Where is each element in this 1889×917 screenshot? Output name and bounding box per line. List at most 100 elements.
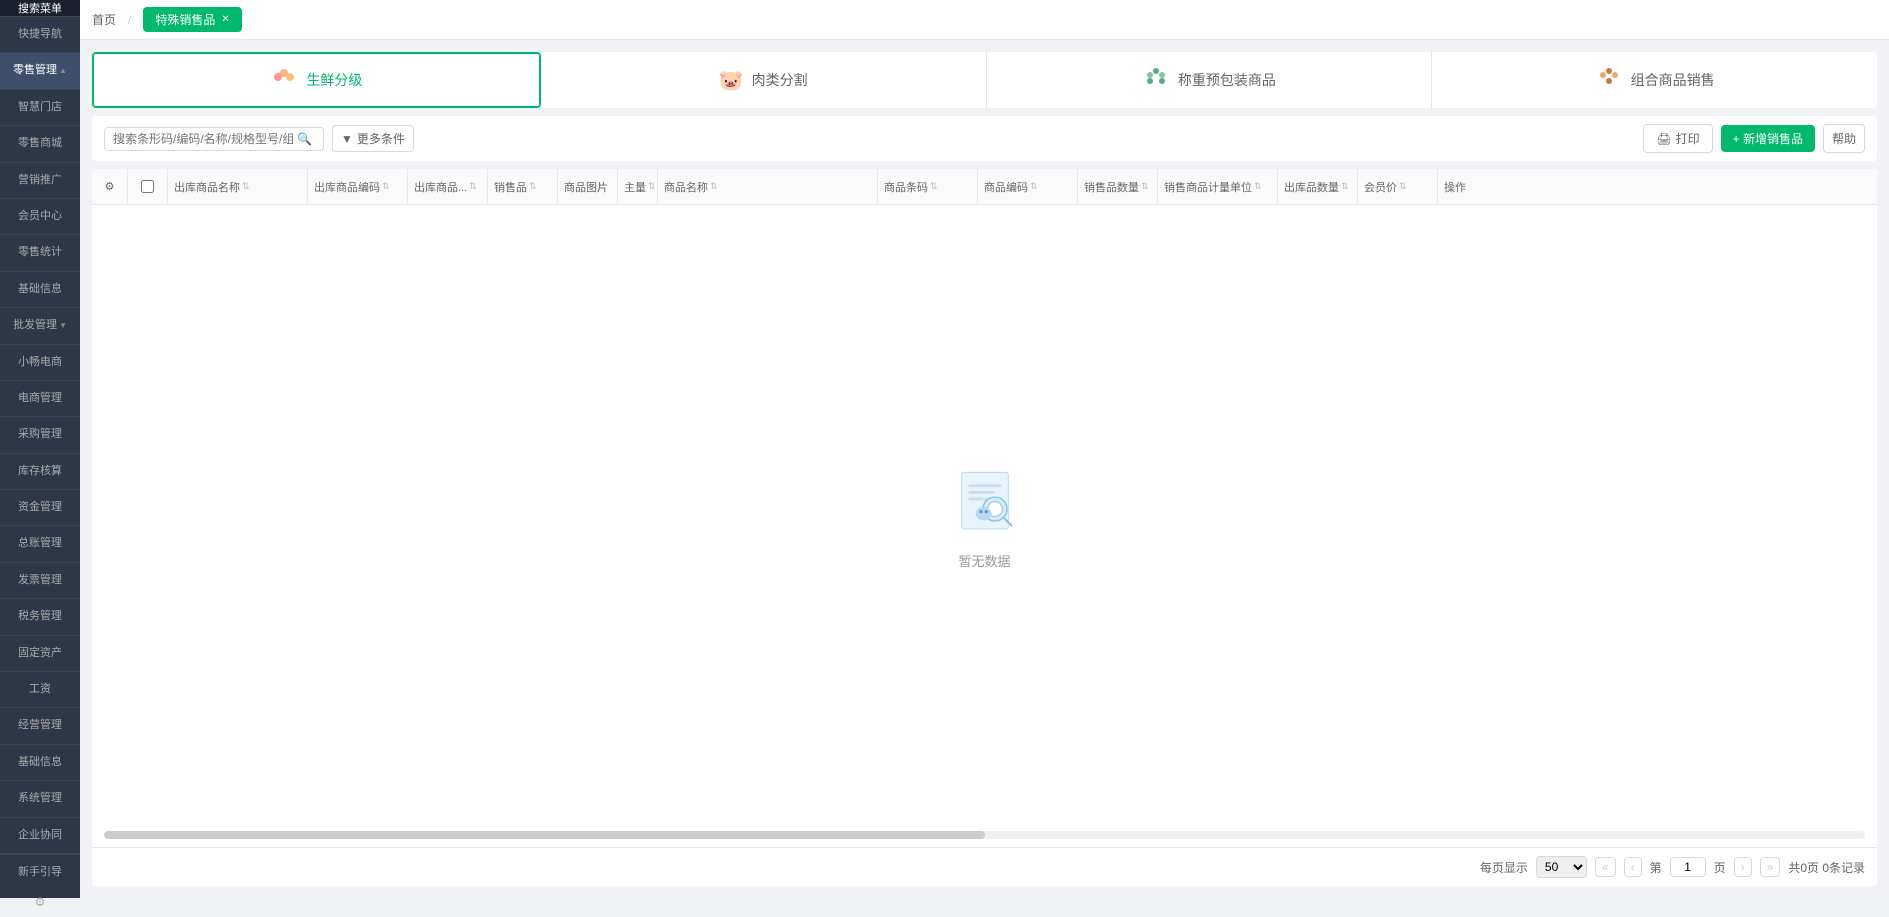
th-actions-label: 操作 <box>1444 179 1466 195</box>
th-outbound-code-sort[interactable]: ⇅ <box>382 182 390 191</box>
th-member-price-sort[interactable]: ⇅ <box>1399 182 1407 191</box>
cat-tab-combo-sales-label: 组合商品销售 <box>1631 70 1715 90</box>
scrollbar-thumb[interactable] <box>104 831 985 839</box>
meat-cut-icon: 🐷 <box>719 68 744 93</box>
scrollbar-track[interactable] <box>104 831 1865 839</box>
th-main-measure-sort[interactable]: ⇅ <box>648 182 656 191</box>
filter-button[interactable]: ▼ 更多条件 <box>332 125 414 152</box>
sidebar-item-retail-stats[interactable]: 零售统计 <box>0 235 80 271</box>
settings-icon: ⚙ <box>105 180 115 193</box>
th-barcode[interactable]: 商品条码 ⇅ <box>878 169 978 204</box>
tab-close-icon[interactable]: ✕ <box>221 14 229 25</box>
sidebar-item-sales-promo[interactable]: 营销推广 <box>0 163 80 199</box>
th-product-code-label: 商品编码 <box>984 179 1028 195</box>
sidebar-item-invoice-mgmt[interactable]: 发票管理 <box>0 563 80 599</box>
sidebar-item-basic-info2[interactable]: 基础信息 <box>0 745 80 781</box>
sidebar-item-basic-info[interactable]: 基础信息 <box>0 272 80 308</box>
sidebar-item-sys-mgmt[interactable]: 系统管理 <box>0 781 80 817</box>
th-member-price-label: 会员价 <box>1364 179 1397 195</box>
sidebar-item-retail-mgmt[interactable]: 零售管理 ▲ <box>0 53 80 89</box>
th-sales-qty[interactable]: 销售品数量 ⇅ <box>1078 169 1158 204</box>
th-settings[interactable]: ⚙ <box>92 169 128 204</box>
content-area: 生鲜分级 🐷 肉类分割 称重预包装商品 <box>80 40 1889 898</box>
new-item-label: + 新增销售品 <box>1733 130 1803 147</box>
table-wrap: ⚙ 出库商品名称 ⇅ 出库商品编码 ⇅ 出库商品... ⇅ <box>92 169 1877 886</box>
th-sales-item-label: 销售品 <box>494 179 527 195</box>
th-outbound-name[interactable]: 出库商品名称 ⇅ <box>168 169 308 204</box>
th-outbound-code-label: 出库商品编码 <box>314 179 380 195</box>
prev-page-button[interactable]: ‹ <box>1624 857 1642 877</box>
sidebar-gear-icon[interactable]: ⚙ <box>0 887 80 917</box>
cat-tab-weight-pack[interactable]: 称重预包装商品 <box>987 52 1433 108</box>
th-sales-unit-label: 销售商品计量单位 <box>1164 179 1252 195</box>
sidebar-item-salary[interactable]: 工资 <box>0 672 80 708</box>
sidebar-item-quick-nav[interactable]: 快捷导航 <box>0 17 80 53</box>
th-sales-unit-sort[interactable]: ⇅ <box>1254 182 1262 191</box>
sidebar-item-mini-ecom[interactable]: 小畅电商 <box>0 345 80 381</box>
th-sales-item[interactable]: 销售品 ⇅ <box>488 169 558 204</box>
print-button[interactable]: 🖨 打印 <box>1643 124 1712 153</box>
th-product-name-sort[interactable]: ⇅ <box>710 182 718 191</box>
th-outbound-qty-sort[interactable]: ⇅ <box>1341 182 1349 191</box>
sidebar-item-ecom-mgmt[interactable]: 电商管理 <box>0 381 80 417</box>
th-sales-item-sort[interactable]: ⇅ <box>529 182 537 191</box>
th-barcode-label: 商品条码 <box>884 179 928 195</box>
th-product-name[interactable]: 商品名称 ⇅ <box>658 169 878 204</box>
page-label: 第 <box>1650 859 1662 876</box>
sidebar-item-tax-mgmt[interactable]: 税务管理 <box>0 599 80 635</box>
sidebar-item-purchase-mgmt[interactable]: 采购管理 <box>0 417 80 453</box>
sidebar-item-smart-store[interactable]: 智慧门店 <box>0 90 80 126</box>
sidebar-item-fixed-assets[interactable]: 固定资产 <box>0 636 80 672</box>
cat-tab-combo-sales[interactable]: 组合商品销售 <box>1432 52 1877 108</box>
sidebar-new-guide[interactable]: 新手引导 <box>0 854 80 887</box>
search-input[interactable] <box>113 132 293 146</box>
sidebar-item-general-ledger[interactable]: 总账管理 <box>0 526 80 562</box>
filter-label: 更多条件 <box>357 130 405 147</box>
search-input-wrap[interactable]: 🔍 <box>104 127 324 151</box>
th-checkbox[interactable] <box>128 169 168 204</box>
sidebar-item-wholesale-mgmt[interactable]: 批发管理 ▼ <box>0 308 80 344</box>
cat-tab-meat-cut[interactable]: 🐷 肉类分割 <box>541 52 987 108</box>
cat-tab-fresh-grade[interactable]: 生鲜分级 <box>92 52 541 108</box>
empty-state-icon <box>945 459 1025 539</box>
horizontal-scroll[interactable] <box>92 823 1877 847</box>
sidebar-item-ops-mgmt[interactable]: 经营管理 <box>0 708 80 744</box>
th-outbound-code[interactable]: 出库商品编码 ⇅ <box>308 169 408 204</box>
th-outbound-spec[interactable]: 出库商品... ⇅ <box>408 169 488 204</box>
first-page-button[interactable]: « <box>1595 857 1616 877</box>
select-all-checkbox[interactable] <box>141 180 154 193</box>
th-sales-qty-sort[interactable]: ⇅ <box>1141 182 1149 191</box>
per-page-label: 每页显示 <box>1480 859 1528 876</box>
th-product-code[interactable]: 商品编码 ⇅ <box>978 169 1078 204</box>
sidebar-item-finance[interactable]: 资金管理 <box>0 490 80 526</box>
sidebar-logo[interactable]: 搜索菜单 <box>0 0 80 17</box>
new-item-button[interactable]: + 新增销售品 <box>1721 125 1815 152</box>
th-product-code-sort[interactable]: ⇅ <box>1030 182 1038 191</box>
th-main-measure[interactable]: 主量 ⇅ <box>618 169 658 204</box>
th-barcode-sort[interactable]: ⇅ <box>930 182 938 191</box>
active-tab[interactable]: 特殊销售品 ✕ <box>143 7 241 32</box>
breadcrumb-home[interactable]: 首页 <box>92 11 116 28</box>
th-main-measure-label: 主量 <box>624 179 646 195</box>
th-sales-unit[interactable]: 销售商品计量单位 ⇅ <box>1158 169 1278 204</box>
active-tab-label: 特殊销售品 <box>155 11 215 28</box>
per-page-select[interactable]: 50 10 20 100 <box>1536 856 1587 878</box>
page-number-input[interactable] <box>1670 857 1706 877</box>
sidebar-item-retail-mall[interactable]: 零售商城 <box>0 126 80 162</box>
th-outbound-qty[interactable]: 出库品数量 ⇅ <box>1278 169 1358 204</box>
th-member-price[interactable]: 会员价 ⇅ <box>1358 169 1438 204</box>
help-button[interactable]: 帮助 <box>1823 124 1865 153</box>
th-outbound-name-sort[interactable]: ⇅ <box>242 182 250 191</box>
sidebar-item-inventory[interactable]: 库存核算 <box>0 454 80 490</box>
search-icon: 🔍 <box>297 132 312 146</box>
total-label: 共0页 0条记录 <box>1788 859 1865 876</box>
th-outbound-spec-sort[interactable]: ⇅ <box>469 182 477 191</box>
last-page-button[interactable]: » <box>1760 857 1781 877</box>
sidebar-item-member-center[interactable]: 会员中心 <box>0 199 80 235</box>
next-page-button[interactable]: › <box>1734 857 1752 877</box>
pagination: 每页显示 50 10 20 100 « ‹ 第 页 › » 共0页 0条记录 <box>92 847 1877 886</box>
print-label: 打印 <box>1676 130 1700 147</box>
filter-icon: ▼ <box>341 132 353 146</box>
sidebar-item-enterprise[interactable]: 企业协同 <box>0 818 80 854</box>
combo-sales-icon <box>1595 65 1623 95</box>
